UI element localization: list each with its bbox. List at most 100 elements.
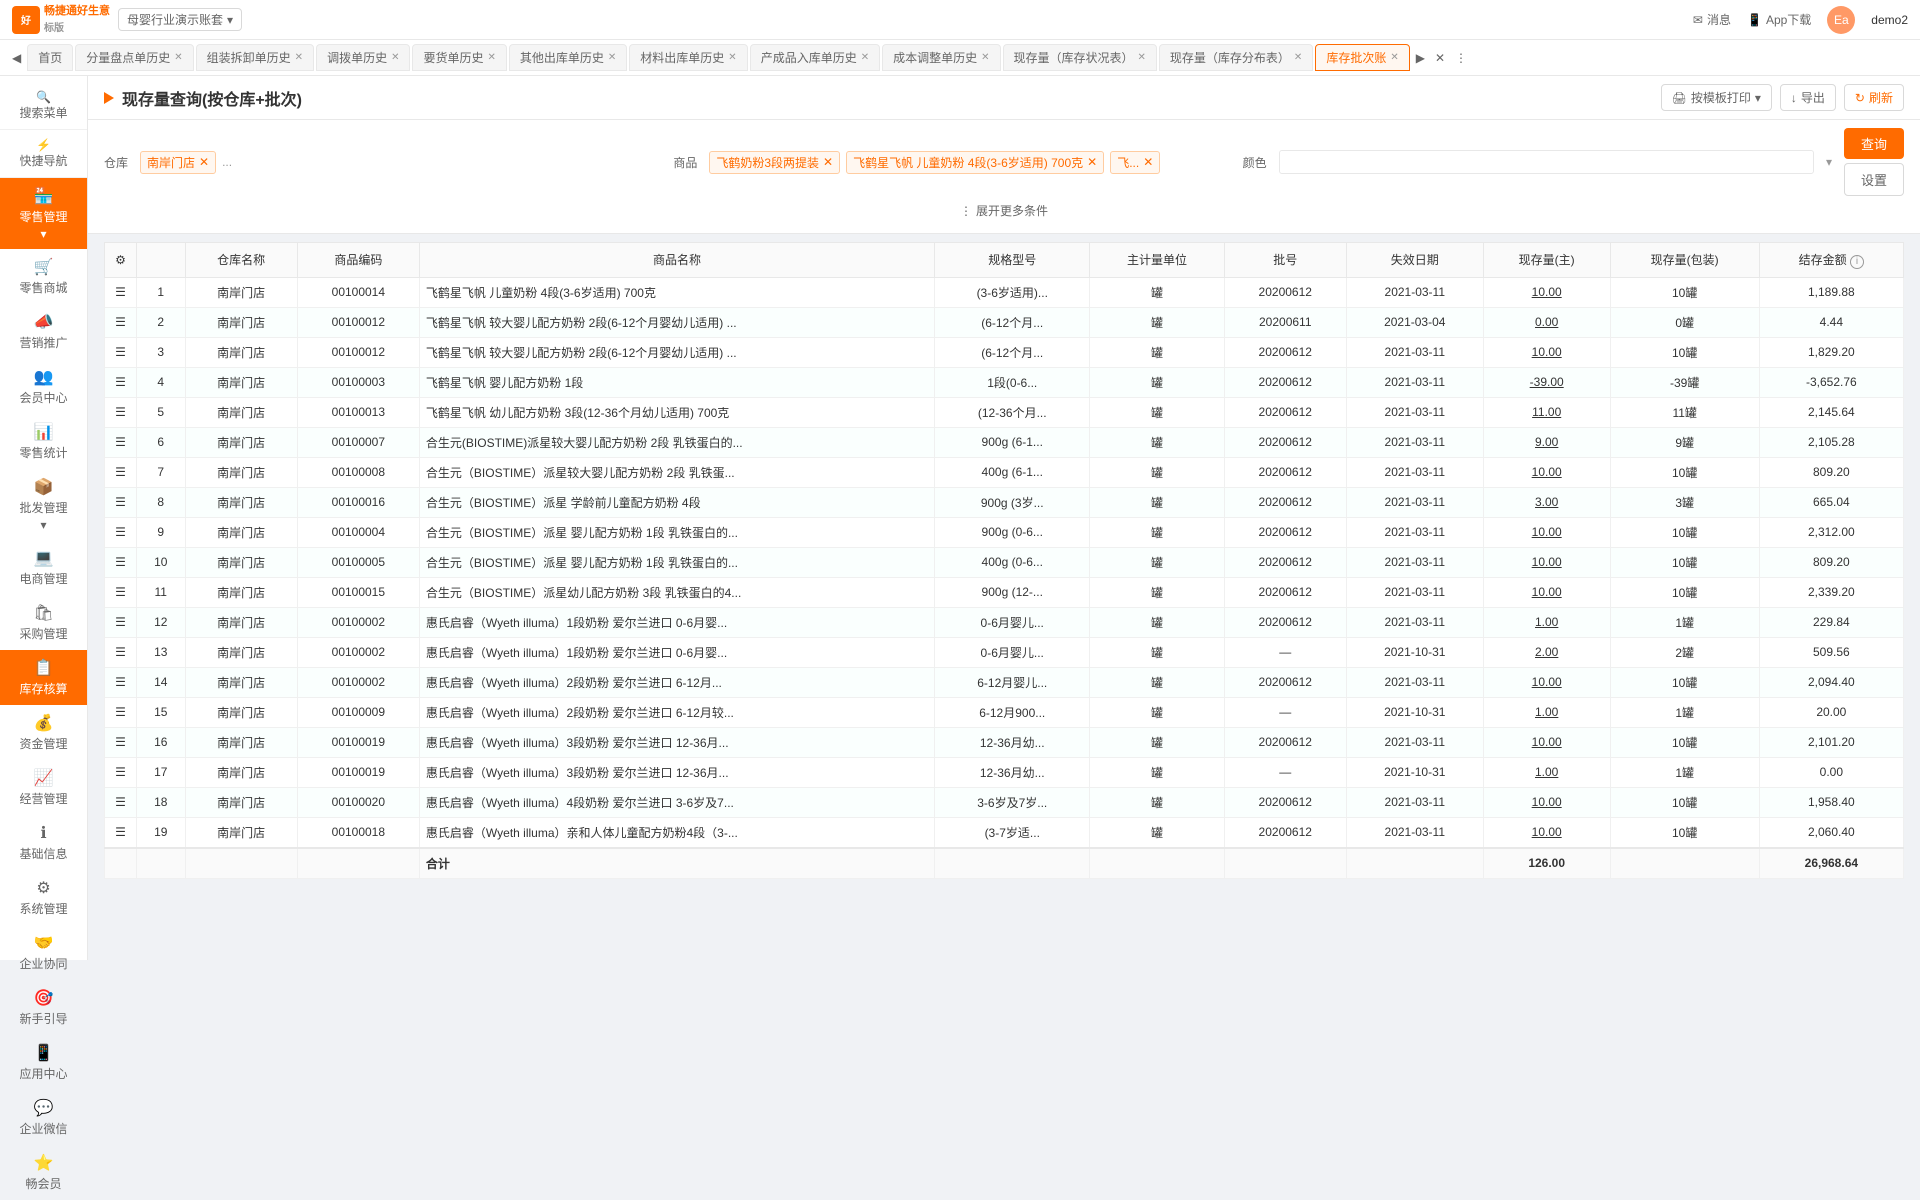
export-button[interactable]: ↓ 导出 — [1780, 84, 1836, 111]
row-qty-main[interactable]: 10.00 — [1483, 457, 1610, 487]
tab-close-3[interactable]: ✕ — [391, 52, 399, 63]
row-settings[interactable]: ☰ — [105, 487, 137, 517]
row-settings[interactable]: ☰ — [105, 727, 137, 757]
tab-2[interactable]: 组装拆卸单历史 ✕ — [196, 44, 314, 71]
sidebar-quick-nav[interactable]: ⚡ 快捷导航 — [0, 134, 87, 178]
row-settings[interactable]: ☰ — [105, 367, 137, 397]
tab-7[interactable]: 产成品入库单历史 ✕ — [750, 44, 880, 71]
product-tag-1-remove[interactable]: ✕ — [823, 155, 833, 169]
row-qty-main[interactable]: 10.00 — [1483, 277, 1610, 307]
sidebar-item-inventory[interactable]: 📋 库存核算 — [0, 650, 87, 705]
row-settings[interactable]: ☰ — [105, 427, 137, 457]
row-settings[interactable]: ☰ — [105, 637, 137, 667]
row-settings[interactable]: ☰ — [105, 457, 137, 487]
row-qty-main[interactable]: 10.00 — [1483, 667, 1610, 697]
sidebar-item-wholesale[interactable]: 📦 批发管理 ▾ — [0, 469, 87, 540]
sidebar-item-finance[interactable]: 💰 资金管理 — [0, 705, 87, 760]
tab-11[interactable]: 库存批次账 ✕ — [1315, 44, 1409, 71]
sidebar-item-marketing[interactable]: 📣 营销推广 — [0, 304, 87, 359]
tab-10[interactable]: 现存量（库存分布表） ✕ — [1159, 44, 1313, 71]
tab-1[interactable]: 分量盘点单历史 ✕ — [75, 44, 193, 71]
tab-close-7[interactable]: ✕ — [861, 52, 869, 63]
tab-5[interactable]: 其他出库单历史 ✕ — [509, 44, 627, 71]
tab-close-9[interactable]: ✕ — [1138, 52, 1146, 63]
row-qty-main[interactable]: -39.00 — [1483, 367, 1610, 397]
warehouse-tag[interactable]: 南岸门店 ✕ — [140, 151, 216, 174]
sidebar-search[interactable]: 🔍 搜索菜单 — [0, 84, 87, 130]
tab-close-11[interactable]: ✕ — [1390, 52, 1398, 63]
row-qty-main[interactable]: 2.00 — [1483, 637, 1610, 667]
product-tag-3[interactable]: 飞... ✕ — [1110, 151, 1160, 174]
row-settings[interactable]: ☰ — [105, 667, 137, 697]
row-settings[interactable]: ☰ — [105, 397, 137, 427]
product-tag-2[interactable]: 飞鹤星飞帆 儿童奶粉 4段(3-6岁适用) 700克 ✕ — [846, 151, 1104, 174]
product-tag-3-remove[interactable]: ✕ — [1143, 155, 1153, 169]
row-qty-main[interactable]: 11.00 — [1483, 397, 1610, 427]
tab-close-4[interactable]: ✕ — [487, 52, 495, 63]
tab-home[interactable]: 首页 — [27, 44, 73, 71]
row-qty-main[interactable]: 3.00 — [1483, 487, 1610, 517]
sidebar-item-business[interactable]: 📈 经营管理 — [0, 760, 87, 815]
settings-button[interactable]: 设置 — [1844, 163, 1904, 196]
sidebar-item-system[interactable]: ⚙ 系统管理 — [0, 870, 87, 925]
tab-close-2[interactable]: ✕ — [295, 52, 303, 63]
sidebar-item-app-center[interactable]: 📱 应用中心 — [0, 1035, 87, 1090]
row-qty-main[interactable]: 10.00 — [1483, 817, 1610, 848]
row-settings[interactable]: ☰ — [105, 607, 137, 637]
row-settings[interactable]: ☰ — [105, 787, 137, 817]
row-qty-main[interactable]: 9.00 — [1483, 427, 1610, 457]
expand-panel-icon[interactable] — [104, 92, 114, 104]
refresh-button[interactable]: ↻ 刷新 — [1844, 84, 1904, 111]
breadcrumb-select[interactable]: 母婴行业演示账套 ▾ — [118, 8, 242, 31]
expand-conditions-button[interactable]: ⋮ 展开更多条件 — [104, 202, 1904, 219]
row-qty-main[interactable]: 10.00 — [1483, 727, 1610, 757]
sidebar-item-member[interactable]: 👥 会员中心 — [0, 359, 87, 414]
row-settings[interactable]: ☰ — [105, 517, 137, 547]
sidebar-item-retail-mall[interactable]: 🛒 零售商城 — [0, 249, 87, 304]
sidebar-item-enterprise-wechat[interactable]: 💬 企业微信 — [0, 1090, 87, 1145]
row-qty-main[interactable]: 10.00 — [1483, 787, 1610, 817]
color-input[interactable] — [1279, 150, 1814, 174]
color-dropdown-icon[interactable]: ▾ — [1826, 155, 1832, 169]
row-settings[interactable]: ☰ — [105, 547, 137, 577]
row-settings[interactable]: ☰ — [105, 697, 137, 727]
sidebar-item-retail-stats[interactable]: 📊 零售统计 — [0, 414, 87, 469]
row-qty-main[interactable]: 10.00 — [1483, 337, 1610, 367]
row-qty-main[interactable]: 10.00 — [1483, 547, 1610, 577]
row-qty-main[interactable]: 1.00 — [1483, 607, 1610, 637]
amount-info-icon[interactable]: i — [1850, 255, 1864, 269]
row-qty-main[interactable]: 0.00 — [1483, 307, 1610, 337]
tab-next-arrow[interactable]: ▶ — [1412, 51, 1429, 65]
col-settings[interactable]: ⚙ — [105, 243, 137, 278]
row-settings[interactable]: ☰ — [105, 277, 137, 307]
tab-close-5[interactable]: ✕ — [608, 52, 616, 63]
row-qty-main[interactable]: 1.00 — [1483, 697, 1610, 727]
product-tag-1[interactable]: 飞鹤奶粉3段两提装 ✕ — [709, 151, 840, 174]
tab-close-8[interactable]: ✕ — [981, 52, 989, 63]
tab-3[interactable]: 调拨单历史 ✕ — [316, 44, 410, 71]
sidebar-item-member-service[interactable]: ⭐ 畅会员 — [0, 1145, 87, 1200]
app-download-button[interactable]: 📱 App下载 — [1747, 11, 1811, 28]
sidebar-item-ecommerce[interactable]: 💻 电商管理 — [0, 540, 87, 595]
tab-menu[interactable]: ⋮ — [1451, 51, 1471, 65]
print-button[interactable]: 🖨 按模板打印 ▾ — [1661, 84, 1772, 111]
sidebar-item-basic-info[interactable]: ℹ 基础信息 — [0, 815, 87, 870]
tab-9[interactable]: 现存量（库存状况表） ✕ — [1003, 44, 1157, 71]
tab-close-all[interactable]: ✕ — [1431, 51, 1449, 65]
avatar[interactable]: Ea — [1827, 6, 1855, 34]
warehouse-tag-remove[interactable]: ✕ — [199, 155, 209, 169]
row-settings[interactable]: ☰ — [105, 577, 137, 607]
row-qty-main[interactable]: 10.00 — [1483, 577, 1610, 607]
tab-close-10[interactable]: ✕ — [1294, 52, 1302, 63]
tab-4[interactable]: 要货单历史 ✕ — [412, 44, 506, 71]
message-button[interactable]: ✉ 消息 — [1693, 11, 1731, 28]
sidebar-item-retail-management[interactable]: 🏪 零售管理 ▾ — [0, 178, 87, 249]
sidebar-item-purchase[interactable]: 🛍 采购管理 — [0, 595, 87, 650]
warehouse-more[interactable]: ... — [222, 155, 232, 169]
query-button[interactable]: 查询 — [1844, 128, 1904, 159]
row-settings[interactable]: ☰ — [105, 757, 137, 787]
row-settings[interactable]: ☰ — [105, 337, 137, 367]
tab-6[interactable]: 材料出库单历史 ✕ — [629, 44, 747, 71]
tab-8[interactable]: 成本调整单历史 ✕ — [882, 44, 1000, 71]
row-settings[interactable]: ☰ — [105, 817, 137, 848]
